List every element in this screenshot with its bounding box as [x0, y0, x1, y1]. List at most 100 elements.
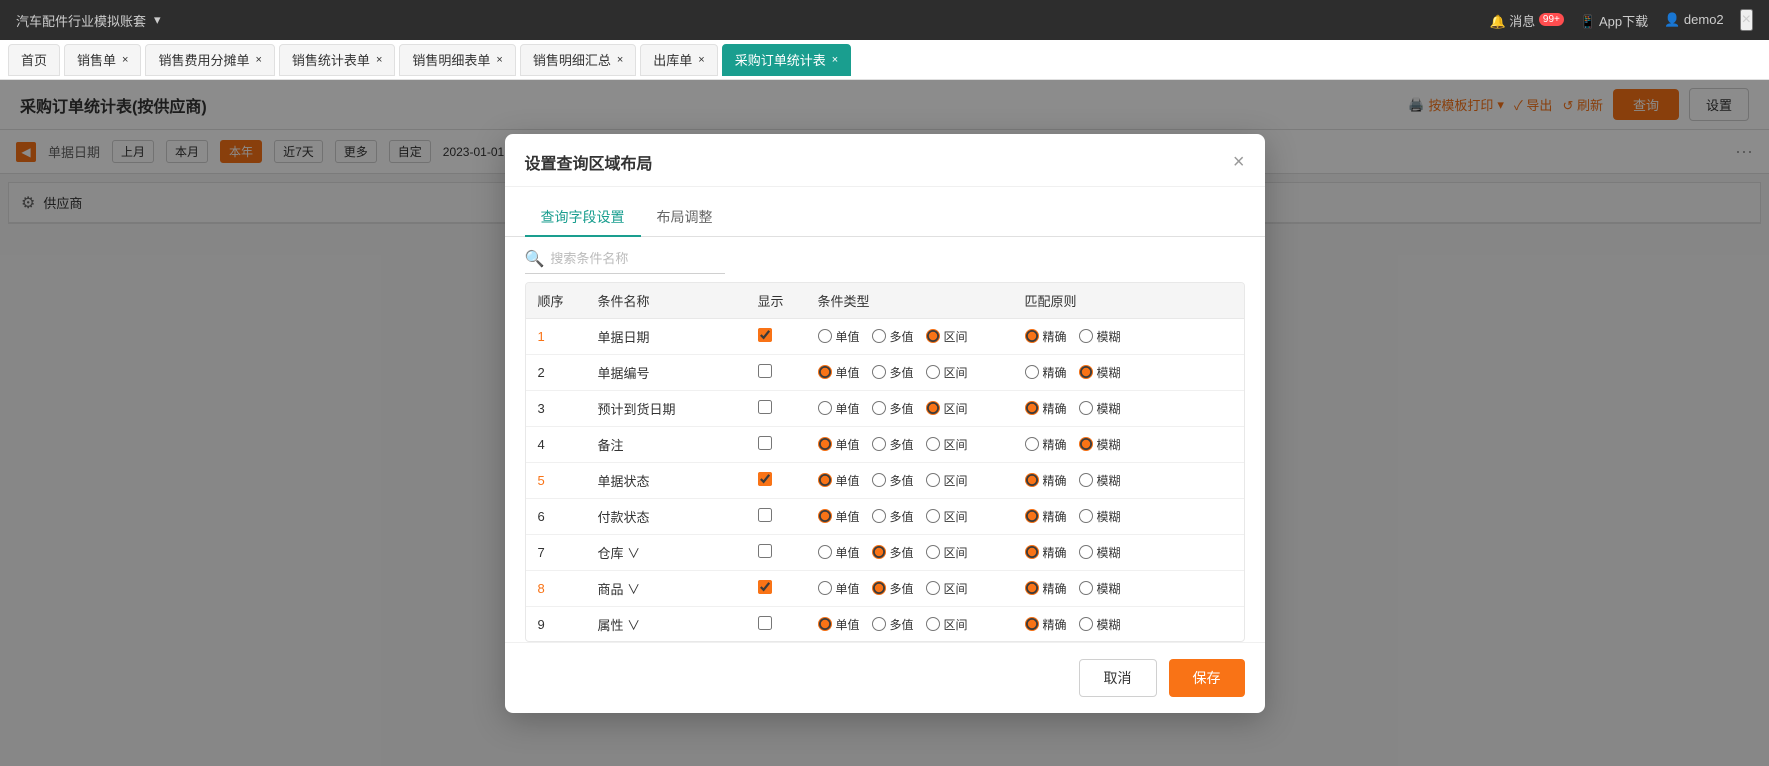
cancel-button[interactable]: 取消 — [1079, 659, 1157, 697]
notification-badge: 99+ — [1539, 13, 1564, 26]
app-name-label: 汽车配件行业模拟账套 — [16, 11, 146, 30]
table-row: 1 单据日期 单值 多值 区间 精确 模糊 — [526, 319, 1244, 355]
row-order-1: 1 — [538, 329, 598, 344]
row-display-9[interactable] — [758, 616, 818, 633]
table-row: 7 仓库 ∨ 单值 多值 区间 精确 模糊 — [526, 535, 1244, 571]
row-name-7: 仓库 ∨ — [598, 543, 758, 562]
col-display-header: 显示 — [758, 291, 818, 310]
row-display-7[interactable] — [758, 544, 818, 561]
row-type-3: 单值 多值 区间 — [818, 400, 1025, 417]
dropdown-icon: ▾ — [154, 12, 161, 28]
modal-title: 设置查询区域布局 — [525, 150, 653, 174]
row-match-2: 精确 模糊 — [1025, 364, 1232, 381]
tab-sales-order-label: 销售单 — [77, 50, 116, 69]
row-match-3: 精确 模糊 — [1025, 400, 1232, 417]
app-name-area: 汽车配件行业模拟账套 ▾ — [16, 11, 161, 30]
user-name: demo2 — [1684, 12, 1724, 27]
table-row: 4 备注 单值 多值 区间 精确 模糊 — [526, 427, 1244, 463]
row-type-1: 单值 多值 区间 — [818, 328, 1025, 345]
tab-sales-detail-close[interactable]: × — [496, 54, 502, 66]
row-order-2: 2 — [538, 365, 598, 380]
row-order-8: 8 — [538, 581, 598, 596]
row-display-6[interactable] — [758, 508, 818, 525]
row-display-4[interactable] — [758, 436, 818, 453]
table-row: 8 商品 ∨ 单值 多值 区间 精确 模糊 — [526, 571, 1244, 607]
col-match-header: 匹配原则 — [1025, 291, 1232, 310]
tab-outbound-close[interactable]: × — [698, 54, 704, 66]
row-name-4: 备注 — [598, 435, 758, 454]
tab-home[interactable]: 首页 — [8, 44, 60, 76]
row-order-5: 5 — [538, 473, 598, 488]
row-display-3[interactable] — [758, 400, 818, 417]
col-name-header: 条件名称 — [598, 291, 758, 310]
row-order-4: 4 — [538, 437, 598, 452]
download-btn[interactable]: 📱 App下载 — [1580, 11, 1648, 30]
row-name-6: 付款状态 — [598, 507, 758, 526]
tab-purchase-stats[interactable]: 采购订单统计表 × — [722, 44, 851, 76]
row-name-5: 单据状态 — [598, 471, 758, 490]
tab-purchase-stats-close[interactable]: × — [832, 54, 838, 66]
tab-sales-stats-label: 销售统计表单 — [292, 50, 370, 69]
tab-purchase-stats-label: 采购订单统计表 — [735, 50, 826, 69]
tab-outbound-label: 出库单 — [653, 50, 692, 69]
tab-sales-detail[interactable]: 销售明细表单 × — [399, 44, 515, 76]
tab-sales-order[interactable]: 销售单 × — [64, 44, 141, 76]
notification-label: 消息 — [1509, 14, 1535, 29]
row-display-2[interactable] — [758, 364, 818, 381]
modal-overlay: 设置查询区域布局 × 查询字段设置 布局调整 🔍 顺序 条件名称 — [0, 80, 1769, 766]
tab-outbound[interactable]: 出库单 × — [640, 44, 717, 76]
row-name-8: 商品 ∨ — [598, 579, 758, 598]
row-match-4: 精确 模糊 — [1025, 436, 1232, 453]
modal-tabs: 查询字段设置 布局调整 — [505, 187, 1265, 237]
condition-search-input[interactable] — [550, 251, 710, 266]
top-nav-right: 🔔 消息 99+ 📱 App下载 👤 demo2 × — [1489, 9, 1753, 31]
settings-modal: 设置查询区域布局 × 查询字段设置 布局调整 🔍 顺序 条件名称 — [505, 134, 1265, 713]
tab-sales-summary-label: 销售明细汇总 — [533, 50, 611, 69]
download-label: App下载 — [1599, 14, 1648, 29]
modal-tab-layout[interactable]: 布局调整 — [641, 199, 729, 237]
col-order-header: 顺序 — [538, 291, 598, 310]
row-match-1: 精确 模糊 — [1025, 328, 1232, 345]
user-avatar[interactable]: 👤 demo2 — [1664, 12, 1724, 28]
table-row: 3 预计到货日期 单值 多值 区间 精确 模糊 — [526, 391, 1244, 427]
row-display-5[interactable] — [758, 472, 818, 489]
tab-sales-expense-label: 销售费用分摊单 — [158, 50, 249, 69]
row-type-5: 单值 多值 区间 — [818, 472, 1025, 489]
row-order-6: 6 — [538, 509, 598, 524]
tab-sales-expense-close[interactable]: × — [255, 54, 261, 66]
tab-sales-summary[interactable]: 销售明细汇总 × — [520, 44, 636, 76]
tab-sales-order-close[interactable]: × — [122, 54, 128, 66]
row-order-3: 3 — [538, 401, 598, 416]
row-order-9: 9 — [538, 617, 598, 632]
row-name-2: 单据编号 — [598, 363, 758, 382]
row-match-6: 精确 模糊 — [1025, 508, 1232, 525]
tab-sales-summary-close[interactable]: × — [617, 54, 623, 66]
row-match-5: 精确 模糊 — [1025, 472, 1232, 489]
notification-btn[interactable]: 🔔 消息 99+ — [1489, 11, 1563, 30]
modal-close-button[interactable]: × — [1233, 152, 1245, 172]
search-icon: 🔍 — [525, 249, 545, 269]
row-display-1[interactable] — [758, 328, 818, 345]
row-type-8: 单值 多值 区间 — [818, 580, 1025, 597]
table-row: 9 属性 ∨ 单值 多值 区间 精确 模糊 — [526, 607, 1244, 642]
modal-search-area: 🔍 — [505, 237, 1265, 282]
modal-table: 顺序 条件名称 显示 条件类型 匹配原则 1 单据日期 单值 多值 区间 — [525, 282, 1245, 642]
modal-table-header: 顺序 条件名称 显示 条件类型 匹配原则 — [526, 283, 1244, 319]
top-navbar: 汽车配件行业模拟账套 ▾ 🔔 消息 99+ 📱 App下载 👤 demo2 × — [0, 0, 1769, 40]
row-match-8: 精确 模糊 — [1025, 580, 1232, 597]
row-type-2: 单值 多值 区间 — [818, 364, 1025, 381]
row-match-9: 精确 模糊 — [1025, 616, 1232, 633]
row-name-1: 单据日期 — [598, 327, 758, 346]
row-order-7: 7 — [538, 545, 598, 560]
tab-bar: 首页 销售单 × 销售费用分摊单 × 销售统计表单 × 销售明细表单 × 销售明… — [0, 40, 1769, 80]
row-match-7: 精确 模糊 — [1025, 544, 1232, 561]
main-content: 采购订单统计表(按供应商) 🖨️ 按模板打印 ▾ ✓ 导出 ↺ 刷新 查询 设置… — [0, 80, 1769, 766]
modal-tab-query-fields[interactable]: 查询字段设置 — [525, 199, 641, 237]
save-button[interactable]: 保存 — [1169, 659, 1245, 697]
row-display-8[interactable] — [758, 580, 818, 597]
row-name-9: 属性 ∨ — [598, 615, 758, 634]
tab-sales-stats[interactable]: 销售统计表单 × — [279, 44, 395, 76]
tab-sales-expense[interactable]: 销售费用分摊单 × — [145, 44, 274, 76]
top-close-button[interactable]: × — [1740, 9, 1753, 31]
tab-sales-stats-close[interactable]: × — [376, 54, 382, 66]
